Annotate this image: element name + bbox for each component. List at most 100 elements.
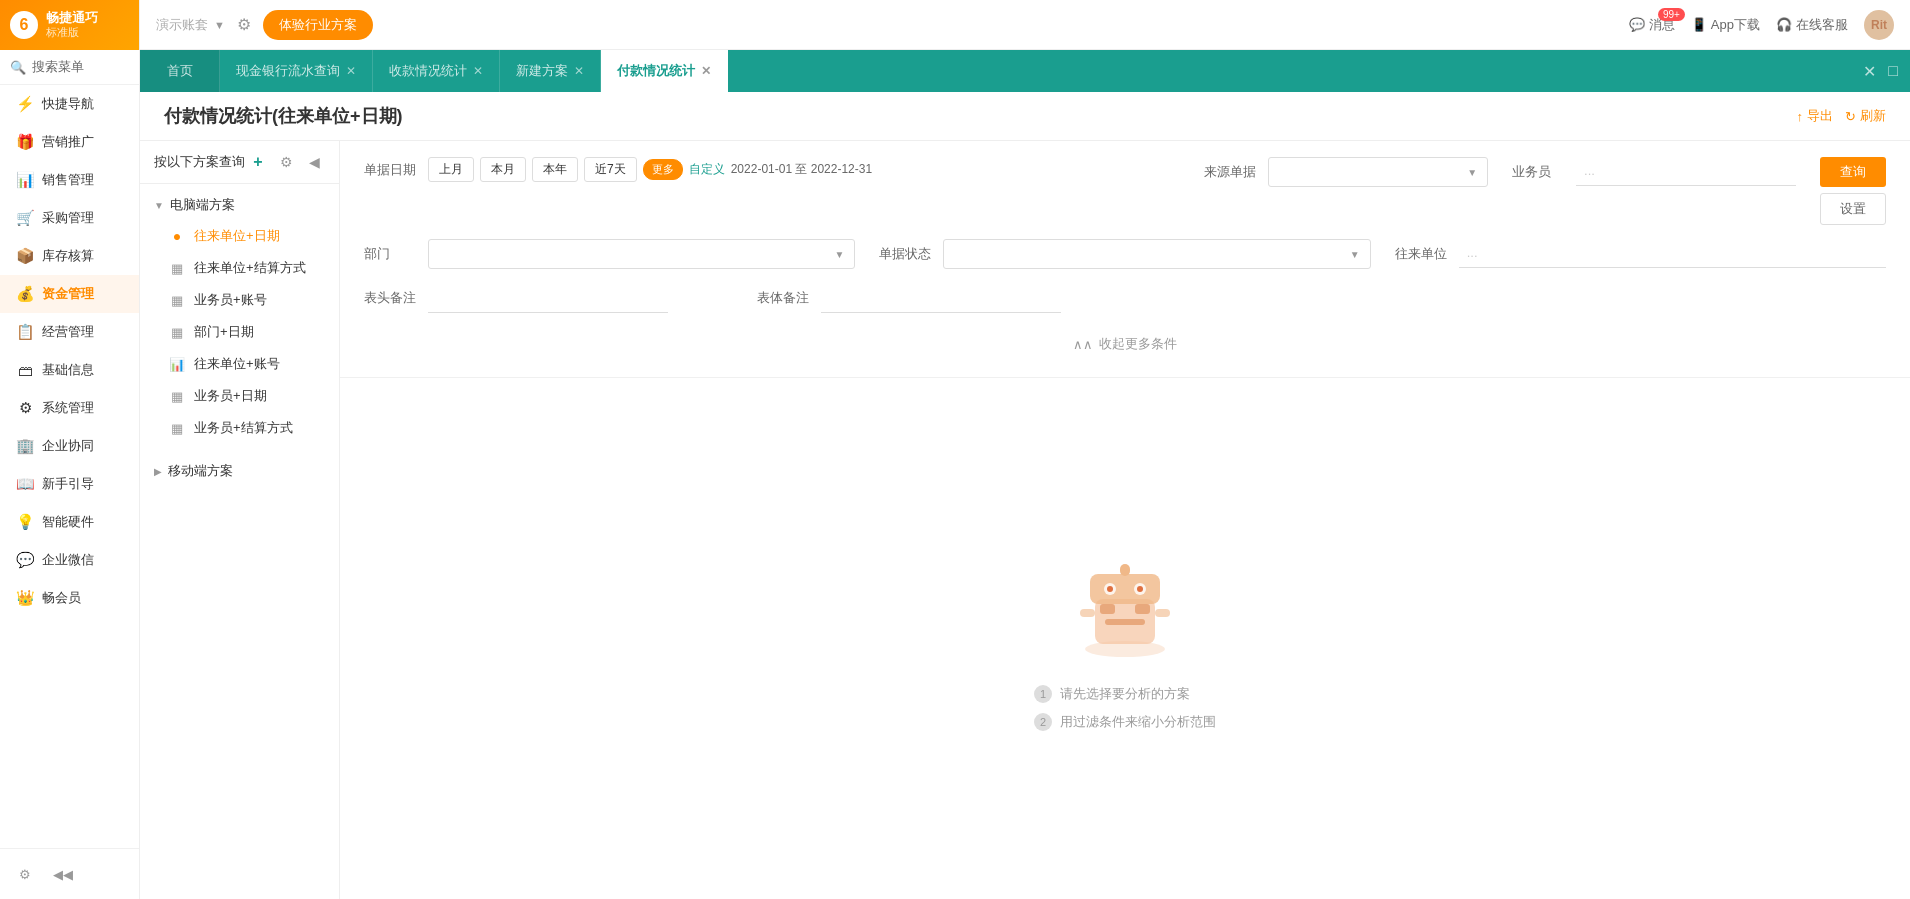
tab-close-payment-stats[interactable]: ✕ xyxy=(701,64,711,78)
table-body-note-input[interactable] xyxy=(821,283,1061,313)
header-right: 💬 消息 99+ 📱 App下载 🎧 在线客服 Rit xyxy=(1629,10,1894,40)
scheme-group-mobile-title[interactable]: ▶ 移动端方案 xyxy=(140,456,339,486)
message-icon: 💬 xyxy=(1629,17,1645,32)
scheme-group-mobile: ▶ 移动端方案 xyxy=(140,450,339,492)
sidebar-item-system[interactable]: ⚙ 系统管理 xyxy=(0,389,139,427)
scheme-table-icon4: ▦ xyxy=(168,387,186,405)
filter-actions: 查询 设置 xyxy=(1820,157,1886,225)
scheme-item-staff-account[interactable]: ▦ 业务员+账号 xyxy=(140,284,339,316)
query-btn[interactable]: 查询 xyxy=(1820,157,1886,187)
tab-home[interactable]: 首页 xyxy=(140,50,220,92)
crown-icon: 👑 xyxy=(16,589,34,607)
date-last-7-days[interactable]: 近7天 xyxy=(584,157,637,182)
refresh-btn[interactable]: ↻ 刷新 xyxy=(1845,107,1886,125)
empty-tips: 1 请先选择要分析的方案 2 用过滤条件来缩小分析范围 xyxy=(1034,685,1216,731)
company-selector[interactable]: 演示账套 ▼ xyxy=(156,16,225,34)
scheme-add-btn[interactable]: + xyxy=(247,151,269,173)
scheme-settings-btn[interactable]: ⚙ xyxy=(275,151,297,173)
mobile-icon: 📱 xyxy=(1691,17,1707,32)
chart-icon: 📊 xyxy=(16,171,34,189)
svg-rect-5 xyxy=(1090,574,1160,604)
guide-icon: 📖 xyxy=(16,475,34,493)
empty-robot-svg xyxy=(1070,554,1180,664)
search-menu[interactable]: 🔍 搜索菜单 xyxy=(0,50,139,85)
sidebar-item-wechat[interactable]: 💬 企业微信 xyxy=(0,541,139,579)
tab-expand-btn[interactable]: □ xyxy=(1888,62,1898,80)
svg-rect-2 xyxy=(1100,604,1115,614)
tab-close-new-scheme[interactable]: ✕ xyxy=(574,64,584,78)
filter-voucher-status-item: 单据状态 ▼ xyxy=(879,239,1370,269)
svg-rect-3 xyxy=(1135,604,1150,614)
collapse-more-btn[interactable]: ∧∧ 收起更多条件 xyxy=(1049,327,1201,361)
sidebar-item-marketing[interactable]: 🎁 营销推广 xyxy=(0,123,139,161)
date-this-month[interactable]: 本月 xyxy=(480,157,526,182)
sidebar: 6 畅捷通巧 标准版 🔍 搜索菜单 ⚡ 快捷导航 🎁 营销推广 📊 销售管理 🛒… xyxy=(0,0,140,899)
table-header-note-input[interactable] xyxy=(428,283,668,313)
scheme-title: 按以下方案查询 xyxy=(154,153,245,171)
export-icon: ↑ xyxy=(1797,109,1804,124)
sidebar-item-member[interactable]: 👑 畅会员 xyxy=(0,579,139,617)
sidebar-item-quick-nav[interactable]: ⚡ 快捷导航 xyxy=(0,85,139,123)
scheme-group-desktop-title[interactable]: ▼ 电脑端方案 xyxy=(140,190,339,220)
sidebar-item-operation[interactable]: 📋 经营管理 xyxy=(0,313,139,351)
app-download-btn[interactable]: 📱 App下载 xyxy=(1691,16,1760,34)
online-service-btn[interactable]: 🎧 在线客服 xyxy=(1776,16,1848,34)
tip-num-1: 1 xyxy=(1034,685,1052,703)
sidebar-footer: ⚙ ◀◀ xyxy=(0,848,139,899)
cart-icon: 🛒 xyxy=(16,209,34,227)
partner-input[interactable]: ... xyxy=(1459,239,1886,268)
scheme-item-staff-settle[interactable]: ▦ 业务员+结算方式 xyxy=(140,412,339,444)
sidebar-item-sales[interactable]: 📊 销售管理 xyxy=(0,161,139,199)
page-actions: ↑ 导出 ↻ 刷新 xyxy=(1797,107,1887,125)
trial-btn[interactable]: 体验行业方案 xyxy=(263,10,373,40)
date-last-month[interactable]: 上月 xyxy=(428,157,474,182)
scheme-collapse-btn[interactable]: ◀ xyxy=(303,151,325,173)
sidebar-item-purchase[interactable]: 🛒 采购管理 xyxy=(0,199,139,237)
date-this-year[interactable]: 本年 xyxy=(532,157,578,182)
sidebar-item-inventory[interactable]: 📦 库存核算 xyxy=(0,237,139,275)
messages-btn[interactable]: 💬 消息 99+ xyxy=(1629,16,1675,34)
date-more[interactable]: 更多 xyxy=(643,159,683,180)
filter-area: 单据日期 上月 本月 本年 近7天 更多 自定义 2022-01-01 至 20… xyxy=(340,141,1910,899)
sidebar-collapse-btn[interactable]: ◀◀ xyxy=(48,859,78,889)
scheme-item-dept-date[interactable]: ▦ 部门+日期 xyxy=(140,316,339,348)
scheme-item-partner-account[interactable]: 📊 往来单位+账号 xyxy=(140,348,339,380)
scheme-table-icon2: ▦ xyxy=(168,291,186,309)
date-custom[interactable]: 自定义 xyxy=(689,161,725,178)
header-settings-btn[interactable]: ⚙ xyxy=(237,15,251,34)
dept-select[interactable]: ▼ xyxy=(428,239,855,269)
active-scheme-icon: ● xyxy=(168,227,186,245)
logo-icon: 6 xyxy=(10,11,38,39)
tab-close-bank-flow[interactable]: ✕ xyxy=(346,64,356,78)
tab-payment-stats[interactable]: 付款情况统计 ✕ xyxy=(601,50,728,92)
sidebar-item-enterprise[interactable]: 🏢 企业协同 xyxy=(0,427,139,465)
scheme-item-partner-settle[interactable]: ▦ 往来单位+结算方式 xyxy=(140,252,339,284)
gear-icon: ⚙ xyxy=(16,399,34,417)
sidebar-item-fund[interactable]: 💰 资金管理 xyxy=(0,275,139,313)
sidebar-item-hardware[interactable]: 💡 智能硬件 xyxy=(0,503,139,541)
sidebar-settings-btn[interactable]: ⚙ xyxy=(10,859,40,889)
date-options: 上月 本月 本年 近7天 更多 自定义 2022-01-01 至 2022-12… xyxy=(428,157,872,182)
empty-tip-2: 2 用过滤条件来缩小分析范围 xyxy=(1034,713,1216,731)
source-voucher-select[interactable]: ▼ xyxy=(1268,157,1488,187)
scheme-item-staff-date[interactable]: ▦ 业务员+日期 xyxy=(140,380,339,412)
sidebar-item-basic-info[interactable]: 🗃 基础信息 xyxy=(0,351,139,389)
tab-collection-stats[interactable]: 收款情况统计 ✕ xyxy=(373,50,500,92)
chevron-down-icon: ▼ xyxy=(214,19,225,31)
voucher-status-select[interactable]: ▼ xyxy=(943,239,1370,269)
export-btn[interactable]: ↑ 导出 xyxy=(1797,107,1834,125)
filter-setting-btn[interactable]: 设置 xyxy=(1820,193,1886,225)
filter-dept-item: 部门 ▼ xyxy=(364,239,855,269)
user-avatar[interactable]: Rit xyxy=(1864,10,1894,40)
tab-new-scheme[interactable]: 新建方案 ✕ xyxy=(500,50,601,92)
sidebar-item-guide[interactable]: 📖 新手引导 xyxy=(0,465,139,503)
filter-table-header-note-item: 表头备注 xyxy=(364,283,733,313)
tab-close-collection-stats[interactable]: ✕ xyxy=(473,64,483,78)
staff-input[interactable]: ... xyxy=(1576,157,1796,186)
scheme-table-icon3: ▦ xyxy=(168,323,186,341)
tab-bank-flow[interactable]: 现金银行流水查询 ✕ xyxy=(220,50,373,92)
tab-close-all-btn[interactable]: ✕ xyxy=(1863,62,1876,81)
scheme-item-partner-date[interactable]: ● 往来单位+日期 xyxy=(140,220,339,252)
logo-text: 畅捷通巧 标准版 xyxy=(46,10,98,41)
tab-controls: ✕ □ xyxy=(1851,50,1910,92)
